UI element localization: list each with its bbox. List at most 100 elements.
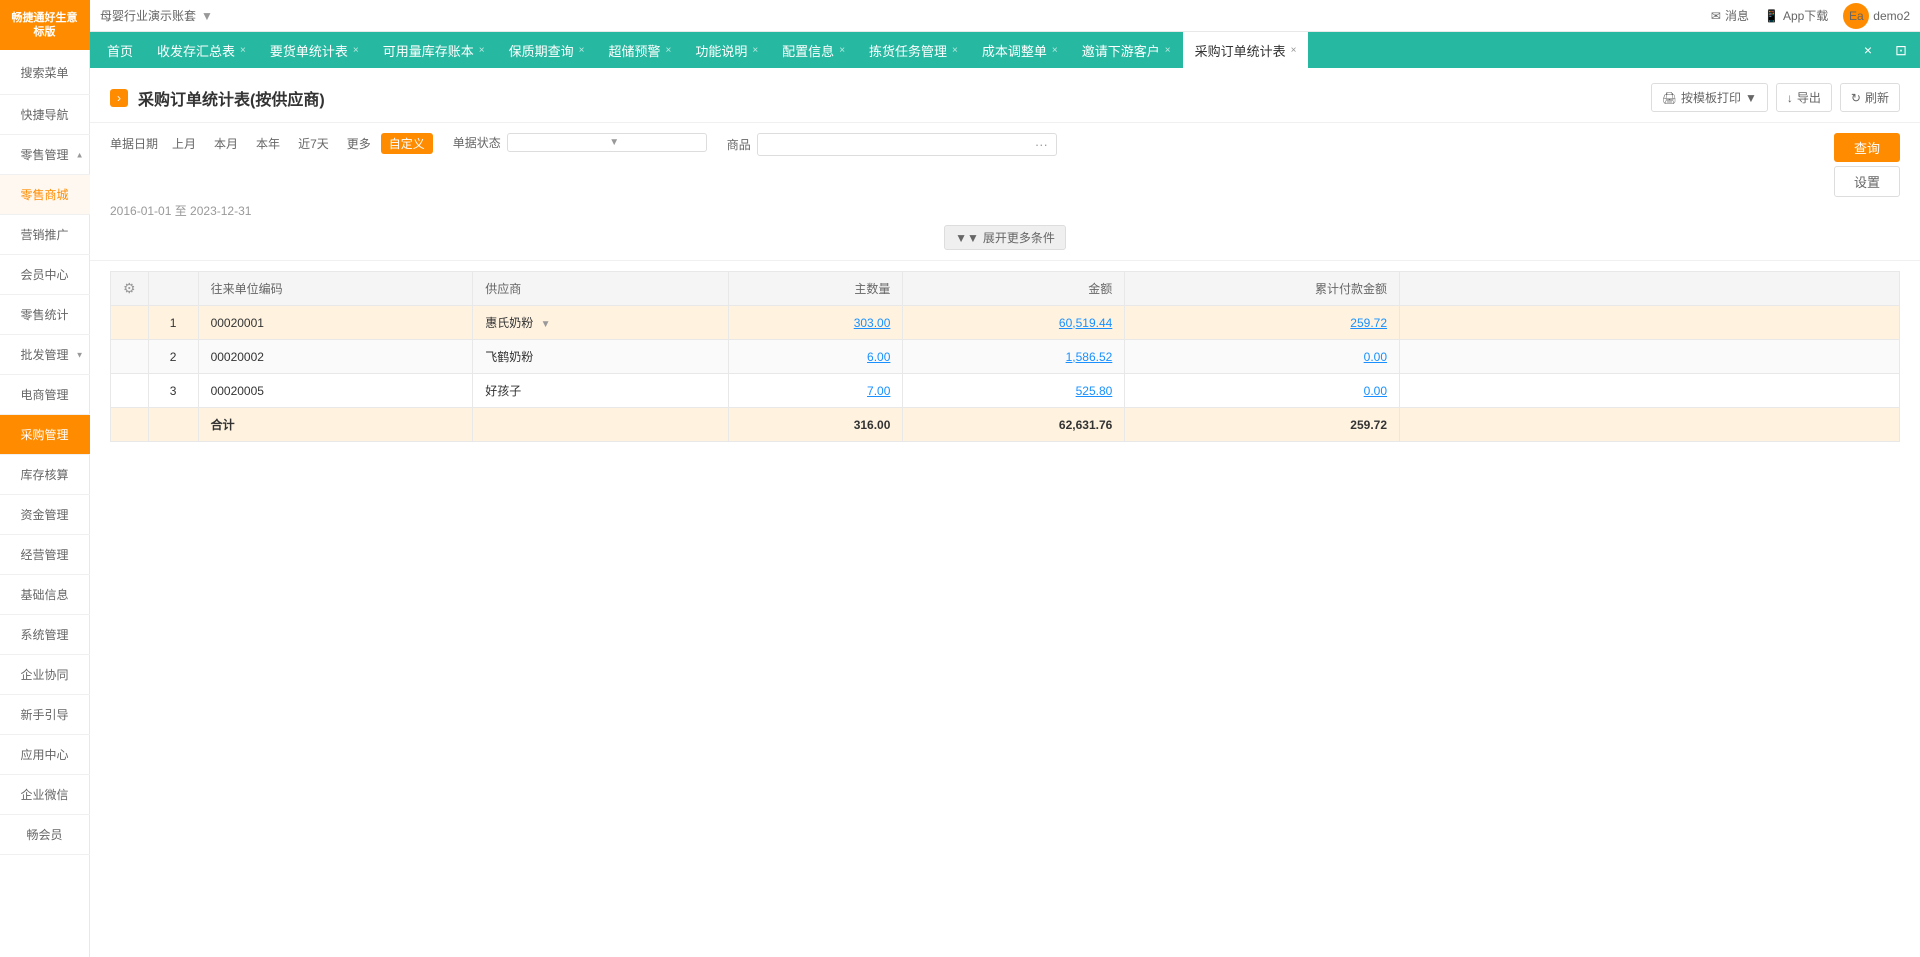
tab-invite-customer-close-icon[interactable]: × — [1165, 45, 1171, 56]
purchase-label: 采购管理 — [20, 426, 68, 443]
system-label: 系统管理 — [20, 626, 68, 643]
date-btn-this-year[interactable]: 本年 — [248, 133, 288, 154]
col-settings: ⚙ — [111, 272, 149, 306]
tab-pickup-task-close-icon[interactable]: × — [952, 45, 958, 56]
sidebar-item-wholesale[interactable]: 批发管理 — [0, 335, 90, 375]
sidebar-item-retail-mall[interactable]: 零售商城 — [0, 175, 90, 215]
row3-empty — [1400, 374, 1900, 408]
sidebar-item-retail[interactable]: 零售管理 — [0, 135, 90, 175]
app-download-action[interactable]: 📱 App下载 — [1764, 7, 1828, 24]
tab-home-label: 首页 — [107, 41, 133, 60]
settings-button[interactable]: 设置 — [1834, 166, 1900, 197]
date-btn-last-month[interactable]: 上月 — [164, 133, 204, 154]
date-btn-this-month[interactable]: 本月 — [206, 133, 246, 154]
row1-amount[interactable]: 60,519.44 — [903, 306, 1125, 340]
filter-expand-row: ▼▼ 展开更多条件 — [110, 225, 1900, 250]
row1-main-qty[interactable]: 303.00 — [728, 306, 903, 340]
basic-label: 基础信息 — [20, 586, 68, 603]
tab-config-info-close-icon[interactable]: × — [839, 45, 845, 56]
sidebar-item-member[interactable]: 会员中心 — [0, 255, 90, 295]
date-custom-badge[interactable]: 自定义 — [381, 133, 433, 154]
table-footer: 合计 316.00 62,631.76 259.72 — [111, 408, 1900, 442]
tab-purchase-order-stat-close-icon[interactable]: × — [1291, 45, 1297, 56]
breadcrumb-arrow-icon[interactable]: ▼ — [201, 9, 213, 23]
goods-more-icon[interactable]: ··· — [1035, 137, 1048, 152]
tab-overstock[interactable]: 超储预警 × — [596, 32, 683, 68]
sidebar-item-basic[interactable]: 基础信息 — [0, 575, 90, 615]
tab-overstock-close-icon[interactable]: × — [665, 45, 671, 56]
row3-amount[interactable]: 525.80 — [903, 374, 1125, 408]
sidebar-item-enterprise[interactable]: 企业协同 — [0, 655, 90, 695]
tab-pickup-task[interactable]: 拣货任务管理 × — [857, 32, 970, 68]
tab-home[interactable]: 首页 — [95, 32, 145, 68]
print-button[interactable]: 🖨 按模板打印 ▼ — [1651, 83, 1768, 112]
sidebar-item-finance[interactable]: 资金管理 — [0, 495, 90, 535]
tab-func-desc-close-icon[interactable]: × — [752, 45, 758, 56]
tab-available-stock[interactable]: 可用量库存账本 × — [371, 32, 497, 68]
sidebar-collapse-btn[interactable]: › — [110, 89, 128, 107]
filter-date-group: 单据日期 上月 本月 本年 近7天 更多 自定义 — [110, 133, 433, 154]
row3-supplier: 好孩子 — [473, 374, 729, 408]
goods-filter-label: 商品 — [727, 136, 751, 153]
row1-paid-amount[interactable]: 259.72 — [1125, 306, 1400, 340]
sidebar-item-retail-stat[interactable]: 零售统计 — [0, 295, 90, 335]
sidebar-item-system[interactable]: 系统管理 — [0, 615, 90, 655]
tab-collect-send-close-icon[interactable]: × — [240, 45, 246, 56]
col-empty-header — [1400, 272, 1900, 306]
status-select-chevron-icon: ▼ — [609, 137, 698, 148]
row2-amount[interactable]: 1,586.52 — [903, 340, 1125, 374]
tab-collect-send[interactable]: 收发存汇总表 × — [145, 32, 258, 68]
tab-config-info-label: 配置信息 — [782, 41, 834, 60]
goods-input[interactable] — [766, 138, 1030, 152]
expand-filter-button[interactable]: ▼▼ 展开更多条件 — [944, 225, 1066, 250]
tab-invite-customer[interactable]: 邀请下游客户 × — [1070, 32, 1183, 68]
sidebar-item-app-center[interactable]: 应用中心 — [0, 735, 90, 775]
tab-purchase-order-stat[interactable]: 采购订单统计表 × — [1183, 32, 1309, 68]
print-dropdown-icon[interactable]: ▼ — [1745, 91, 1757, 105]
row1-dropdown-icon[interactable]: ▼ — [541, 319, 551, 330]
user-profile-action[interactable]: Ea demo2 — [1843, 3, 1910, 29]
sidebar-item-quick-nav[interactable]: 快捷导航 — [0, 95, 90, 135]
tab-purchase-stat[interactable]: 要货单统计表 × — [258, 32, 371, 68]
row2-paid-amount[interactable]: 0.00 — [1125, 340, 1400, 374]
page-header: › 采购订单统计表(按供应商) 🖨 按模板打印 ▼ ↓ 导出 ↻ 刷新 — [90, 68, 1920, 123]
tab-func-desc[interactable]: 功能说明 × — [683, 32, 770, 68]
sidebar-item-purchase[interactable]: 采购管理 — [0, 415, 90, 455]
export-button[interactable]: ↓ 导出 — [1776, 83, 1832, 112]
tab-expiry-query-close-icon[interactable]: × — [579, 45, 585, 56]
row3-paid-amount[interactable]: 0.00 — [1125, 374, 1400, 408]
table-row: 3 00020005 好孩子 7.00 525.80 0.00 — [111, 374, 1900, 408]
close-tab-btn[interactable]: × — [1854, 36, 1882, 64]
message-icon: ✉ — [1711, 9, 1721, 23]
retail-label: 零售管理 — [20, 146, 68, 163]
logo-text: 畅捷通好生意标版 — [12, 11, 78, 40]
maximize-tab-btn[interactable]: ⊡ — [1887, 36, 1915, 64]
sidebar-item-operation[interactable]: 经营管理 — [0, 535, 90, 575]
tab-available-stock-close-icon[interactable]: × — [479, 45, 485, 56]
sidebar-item-enterprise-wx[interactable]: 企业微信 — [0, 775, 90, 815]
refresh-button[interactable]: ↻ 刷新 — [1840, 83, 1900, 112]
sidebar-item-ecommerce[interactable]: 电商管理 — [0, 375, 90, 415]
row2-main-qty[interactable]: 6.00 — [728, 340, 903, 374]
table-settings-icon[interactable]: ⚙ — [123, 280, 136, 296]
avatar: Ea — [1843, 3, 1869, 29]
tab-expiry-query[interactable]: 保质期查询 × — [497, 32, 597, 68]
row3-main-qty[interactable]: 7.00 — [728, 374, 903, 408]
row2-settings — [111, 340, 149, 374]
date-btn-7days[interactable]: 近7天 — [290, 133, 337, 154]
tab-cost-adjust[interactable]: 成本调整单 × — [970, 32, 1070, 68]
query-button[interactable]: 查询 — [1834, 133, 1900, 162]
sidebar-item-stock[interactable]: 库存核算 — [0, 455, 90, 495]
tab-cost-adjust-close-icon[interactable]: × — [1052, 45, 1058, 56]
date-btn-more[interactable]: 更多 — [339, 133, 379, 154]
sidebar-item-vip[interactable]: 畅会员 — [0, 815, 90, 855]
sidebar-item-newbie[interactable]: 新手引导 — [0, 695, 90, 735]
sidebar-item-marketing[interactable]: 营销推广 — [0, 215, 90, 255]
tab-purchase-stat-close-icon[interactable]: × — [353, 45, 359, 56]
sidebar-item-search[interactable]: 搜索菜单 — [0, 50, 90, 95]
page-header-actions: 🖨 按模板打印 ▼ ↓ 导出 ↻ 刷新 — [1651, 83, 1900, 112]
enterprise-wx-label: 企业微信 — [20, 786, 68, 803]
status-select[interactable]: ▼ — [507, 133, 707, 152]
message-action[interactable]: ✉ 消息 — [1711, 7, 1749, 24]
tab-config-info[interactable]: 配置信息 × — [770, 32, 857, 68]
